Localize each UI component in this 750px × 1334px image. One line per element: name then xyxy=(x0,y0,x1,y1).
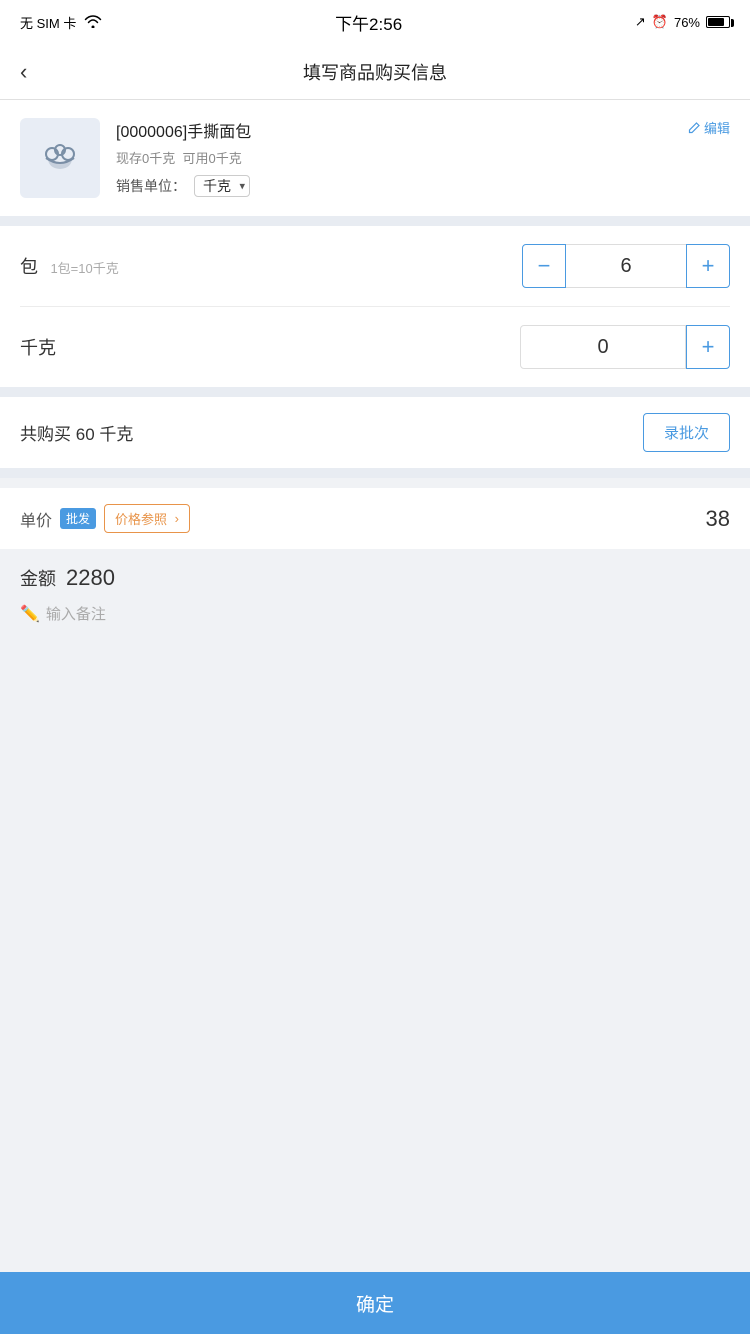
kg-label: 千克 xyxy=(20,334,56,360)
location-icon: ↗ xyxy=(635,14,646,30)
total-text: 共购买 60 千克 xyxy=(20,420,133,445)
price-badge: 批发 xyxy=(60,508,96,529)
bag-controls: − + xyxy=(522,244,730,288)
amount-section: 金额 2280 ✏️ 输入备注 xyxy=(0,549,750,634)
product-unit-row: 销售单位： 千克 xyxy=(116,175,730,197)
unit-select-wrap[interactable]: 千克 xyxy=(194,175,250,197)
pencil-icon: ✏️ xyxy=(20,604,40,624)
note-row[interactable]: ✏️ 输入备注 xyxy=(20,603,730,624)
quantity-section: 包 1包=10千克 − + 千克 + xyxy=(0,226,750,387)
amount-label: 金额 xyxy=(20,565,56,591)
unit-select[interactable]: 千克 xyxy=(194,175,250,197)
confirm-button[interactable]: 确定 xyxy=(356,1290,394,1317)
price-left: 单价 批发 价格参照 › xyxy=(20,504,190,533)
price-label: 单价 xyxy=(20,507,52,531)
bag-minus-button[interactable]: − xyxy=(522,244,566,288)
price-reference-button[interactable]: 价格参照 › xyxy=(104,504,190,533)
divider-1 xyxy=(0,216,750,226)
note-placeholder: 输入备注 xyxy=(46,603,106,624)
divider-2 xyxy=(0,387,750,397)
edit-button[interactable]: 编辑 xyxy=(687,118,730,137)
amount-value: 2280 xyxy=(66,565,115,591)
status-right: ↗ ⏰ 76% xyxy=(635,14,730,30)
product-info: [0000006]手撕面包 编辑 现存0千克 可用0千克 销售单位： 千克 xyxy=(116,118,730,197)
battery-icon xyxy=(706,16,730,28)
status-time: 下午2:56 xyxy=(335,10,402,35)
confirm-bar[interactable]: 确定 xyxy=(0,1272,750,1334)
wifi-icon xyxy=(84,14,102,31)
carrier-text: 无 SIM 卡 xyxy=(20,13,76,32)
kg-controls: + xyxy=(520,325,730,369)
status-carrier: 无 SIM 卡 xyxy=(20,13,102,32)
price-value: 38 xyxy=(706,506,730,532)
kg-input[interactable] xyxy=(520,325,686,369)
bag-sublabel: 1包=10千克 xyxy=(50,261,118,276)
battery-percent: 76% xyxy=(674,15,700,30)
bag-label: 包 1包=10千克 xyxy=(20,253,119,279)
alarm-icon: ⏰ xyxy=(652,14,668,30)
nav-bar: ‹ 填写商品购买信息 xyxy=(0,44,750,100)
record-batch-button[interactable]: 录批次 xyxy=(643,413,730,452)
product-card: [0000006]手撕面包 编辑 现存0千克 可用0千克 销售单位： 千克 xyxy=(0,100,750,216)
page-title: 填写商品购买信息 xyxy=(303,59,447,85)
bag-input[interactable] xyxy=(566,244,686,288)
product-thumbnail xyxy=(20,118,100,198)
divider-3 xyxy=(0,468,750,478)
kg-plus-button[interactable]: + xyxy=(686,325,730,369)
bag-quantity-row: 包 1包=10千克 − + xyxy=(20,226,730,307)
amount-row: 金额 2280 xyxy=(20,565,730,591)
product-name: [0000006]手撕面包 xyxy=(116,118,251,142)
empty-space xyxy=(0,634,750,914)
kg-quantity-row: 千克 + xyxy=(20,307,730,387)
bag-plus-button[interactable]: + xyxy=(686,244,730,288)
price-section: 单价 批发 价格参照 › 38 xyxy=(0,488,750,549)
total-section: 共购买 60 千克 录批次 xyxy=(0,397,750,468)
status-bar: 无 SIM 卡 下午2:56 ↗ ⏰ 76% xyxy=(0,0,750,44)
product-stock: 现存0千克 可用0千克 xyxy=(116,148,730,167)
back-button[interactable]: ‹ xyxy=(20,59,27,85)
